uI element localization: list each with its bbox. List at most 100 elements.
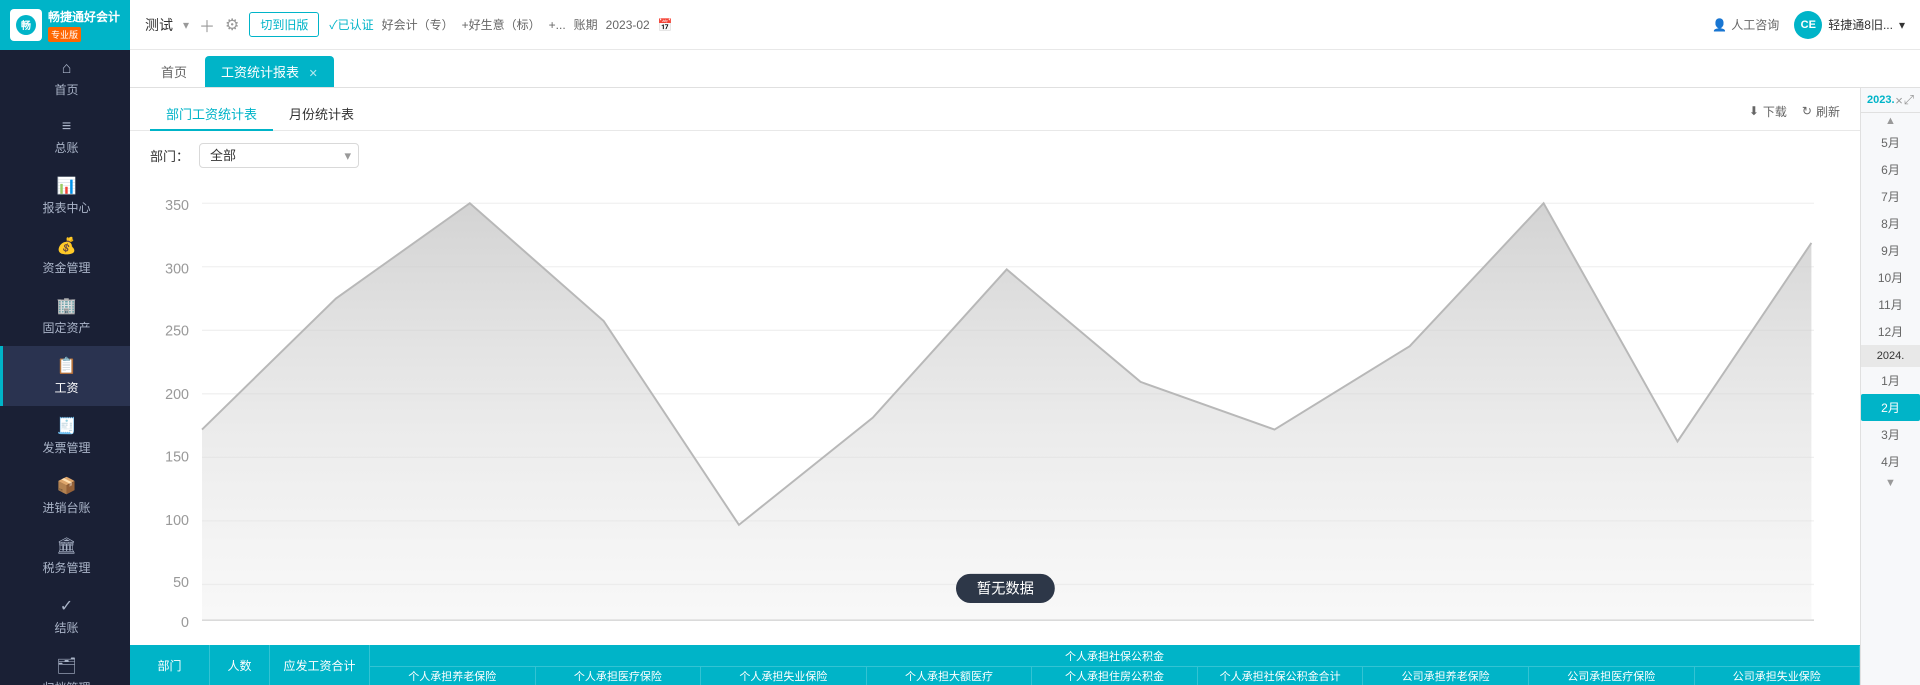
rp-month-5[interactable]: 5月 [1861, 129, 1920, 156]
table-col-people: 人数 [210, 645, 270, 685]
tab-salary-report-label: 工资统计报表 [221, 65, 299, 80]
download-button[interactable]: ⬇ 下载 [1749, 103, 1787, 120]
sidebar-item-archive[interactable]: 🗂 归档管理 [0, 646, 130, 685]
rp-year-value: 2023. [1867, 94, 1895, 106]
topbar-add-button[interactable]: ＋ [199, 13, 215, 37]
user-menu[interactable]: CE 轻捷通8旧... ▾ [1794, 11, 1905, 39]
rp-year-2024: 2024. [1861, 345, 1920, 367]
sidebar-item-salary-label: 工资 [54, 379, 78, 396]
sidebar-item-salary[interactable]: 📋 工资 [0, 346, 130, 406]
tab-home[interactable]: 首页 [145, 56, 203, 87]
period-label: 账期 [574, 16, 598, 33]
rp-month-6[interactable]: 6月 [1861, 156, 1920, 183]
archive-icon: 🗂 [56, 656, 76, 676]
col-personal-total: 个人承担社保公积金合计 [1198, 667, 1364, 685]
topbar-dropdown-arrow[interactable]: ▾ [183, 18, 189, 32]
rp-month-2-2024[interactable]: 2月 [1861, 394, 1920, 421]
logo-text-block: 畅捷通好会计 专业版 [48, 8, 120, 42]
logo-icon: 畅 [10, 9, 42, 41]
sidebar-item-settle-label: 结账 [54, 619, 78, 636]
sidebar-item-reports-label: 报表中心 [42, 199, 90, 216]
certified-status: ✓已认证 [329, 16, 373, 33]
help-label: 人工咨询 [1731, 16, 1779, 33]
table-footer: 部门 人数 应发工资合计 个人承担社保公积金 个人承担养老保险 个人承担医疗保险… [130, 645, 1860, 685]
rp-month-10-label: 10月 [1878, 271, 1903, 285]
tab-close-icon[interactable]: ✕ [309, 68, 318, 80]
sidebar-nav: ⌂ 首页 ≡ 总账 📊 报表中心 💰 资金管理 🏢 固定资产 📋 工资 🧾 发票… [0, 50, 130, 685]
rp-month-5-label: 5月 [1881, 136, 1900, 150]
user-dropdown-arrow: ▾ [1899, 18, 1905, 32]
switch-to-old-button[interactable]: 切到旧版 [249, 12, 319, 37]
tax-icon: 🏛 [56, 536, 76, 556]
sidebar-item-ledger[interactable]: ≡ 总账 [0, 108, 130, 166]
sidebar-item-invoice[interactable]: 🧾 发票管理 [0, 406, 130, 466]
rp-month-7-label: 7月 [1881, 190, 1900, 204]
more-status: +... [549, 18, 566, 32]
rp-month-6-label: 6月 [1881, 163, 1900, 177]
funds-icon: 💰 [57, 236, 77, 256]
sidebar-item-reports[interactable]: 📊 报表中心 [0, 166, 130, 226]
logo-badge: 专业版 [48, 27, 81, 42]
sub-tab-dept[interactable]: 部门工资统计表 [150, 98, 273, 131]
sidebar-item-tax[interactable]: 🏛 税务管理 [0, 526, 130, 586]
col-personal-medical-label: 个人承担医疗保险 [574, 668, 662, 684]
chart-svg: 350 300 250 200 150 100 50 0 [150, 190, 1840, 640]
sub-tab-monthly-label: 月份统计表 [289, 107, 354, 122]
download-icon: ⬇ [1749, 104, 1759, 118]
rp-month-9[interactable]: 9月 [1861, 237, 1920, 264]
col-company-pension-label: 公司承担养老保险 [1402, 668, 1490, 684]
refresh-button[interactable]: ↻ 刷新 [1802, 103, 1840, 120]
col-personal-housing-fund-label: 个人承担住房公积金 [1065, 668, 1164, 684]
tab-salary-report[interactable]: 工资统计报表 ✕ [205, 56, 334, 87]
home-icon: ⌂ [62, 60, 72, 78]
sidebar-item-sales[interactable]: 📦 进销台账 [0, 466, 130, 526]
col-total-salary-label: 应发工资合计 [283, 657, 355, 674]
rp-month-3-2024[interactable]: 3月 [1861, 421, 1920, 448]
col-personal-major-medical-label: 个人承担大额医疗 [905, 668, 993, 684]
sub-tab-monthly[interactable]: 月份统计表 [273, 98, 370, 131]
topbar-settings-icon[interactable]: ⚙ [225, 15, 239, 35]
col-personal-total-label: 个人承担社保公积金合计 [1220, 668, 1341, 684]
rp-expand-icon[interactable]: ⤢ [1904, 92, 1914, 108]
business-status: +好生意（标） [462, 16, 541, 33]
chart-area: 350 300 250 200 150 100 50 0 [130, 180, 1860, 645]
sidebar-item-assets-label: 固定资产 [42, 319, 90, 336]
sidebar-item-home[interactable]: ⌂ 首页 [0, 50, 130, 108]
svg-text:畅: 畅 [21, 19, 31, 32]
dept-filter-select[interactable]: 全部 部门一 部门二 部门三 [199, 143, 359, 168]
good-accounting-status: 好会计（专） [382, 16, 454, 33]
user-name: 轻捷通8旧... [1828, 16, 1893, 33]
rp-month-10[interactable]: 10月 [1861, 264, 1920, 291]
rp-month-11[interactable]: 11月 [1861, 291, 1920, 318]
rp-month-4-2024[interactable]: 4月 [1861, 448, 1920, 475]
calendar-icon[interactable]: 📅 [658, 18, 673, 32]
sidebar-item-funds[interactable]: 💰 资金管理 [0, 226, 130, 286]
rp-month-1-2024-label: 1月 [1881, 374, 1900, 388]
filter-select-wrap: 全部 部门一 部门二 部门三 [199, 143, 359, 168]
rp-close-icon[interactable]: × [1895, 93, 1903, 108]
col-company-medical-label: 公司承担医疗保险 [1567, 668, 1655, 684]
rp-up-button[interactable]: ▲ [1861, 113, 1920, 129]
sidebar-item-sales-label: 进销台账 [42, 499, 90, 516]
rp-month-12[interactable]: 12月 [1861, 318, 1920, 345]
sidebar-item-assets[interactable]: 🏢 固定资产 [0, 286, 130, 346]
svg-text:暂无数据: 暂无数据 [977, 581, 1034, 598]
svg-text:200: 200 [165, 387, 189, 403]
rp-month-8[interactable]: 8月 [1861, 210, 1920, 237]
rp-month-2-2024-label: 2月 [1881, 401, 1900, 415]
group-cells: 个人承担养老保险 个人承担医疗保险 个人承担失业保险 个人承担大额医疗 个人承担… [370, 667, 1859, 685]
rp-month-1-2024[interactable]: 1月 [1861, 367, 1920, 394]
table-col-dept: 部门 [130, 645, 210, 685]
rp-down-button[interactable]: ▼ [1861, 475, 1920, 491]
refresh-label: 刷新 [1816, 103, 1840, 120]
group-header-label: 个人承担社保公积金 [370, 646, 1859, 667]
col-company-unemployment: 公司承担失业保险 [1695, 667, 1860, 685]
filter-bar: 部门： 全部 部门一 部门二 部门三 [130, 131, 1860, 180]
invoice-icon: 🧾 [57, 416, 77, 436]
sidebar-item-ledger-label: 总账 [54, 139, 78, 156]
rp-month-7[interactable]: 7月 [1861, 183, 1920, 210]
ledger-icon: ≡ [62, 118, 71, 136]
sidebar-item-settle[interactable]: ✓ 结账 [0, 586, 130, 646]
help-button[interactable]: 👤 人工咨询 [1712, 16, 1779, 33]
sales-icon: 📦 [57, 476, 77, 496]
